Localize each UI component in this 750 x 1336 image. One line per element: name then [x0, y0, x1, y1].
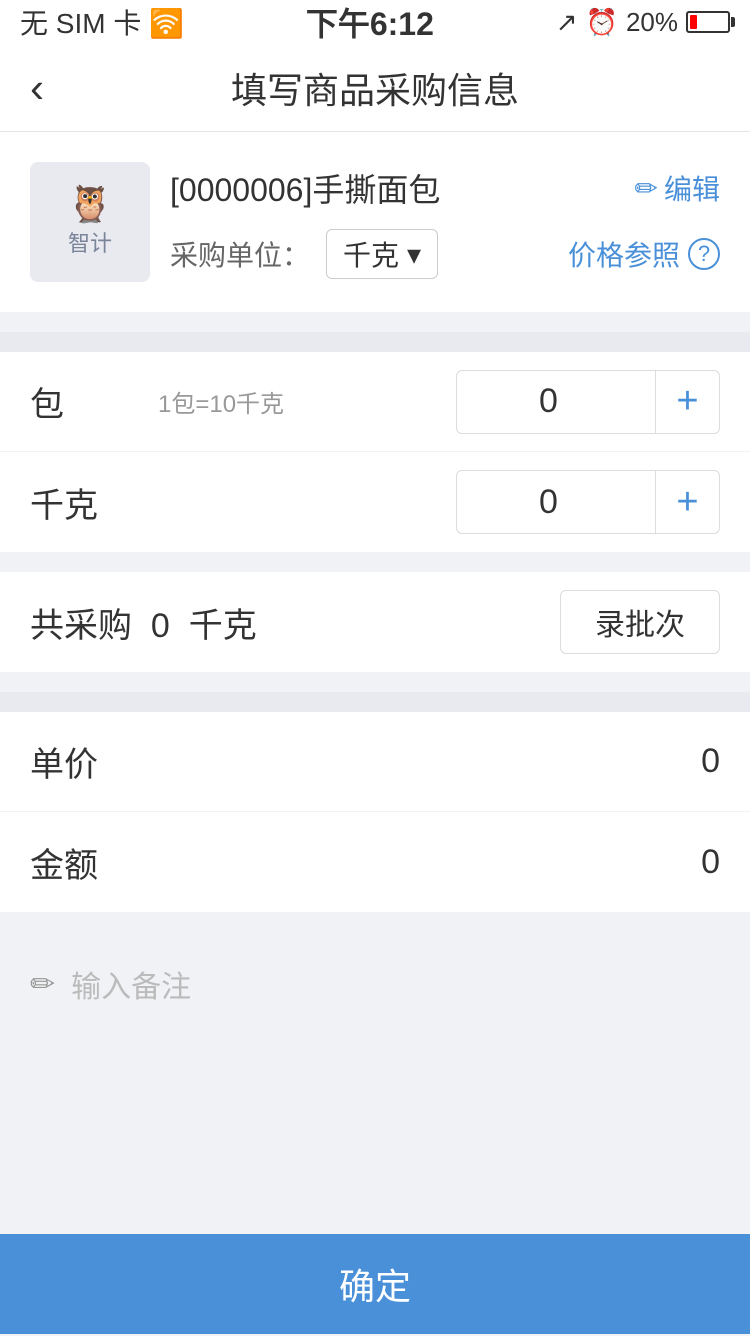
summary-prefix: 共采购	[30, 607, 132, 645]
price-ref-label: 价格参照	[568, 234, 680, 274]
amount-label: 金额	[30, 838, 98, 887]
price-section: 单价 0 金额 0	[0, 712, 750, 912]
battery-fill	[690, 15, 697, 29]
kg-input-row: 千克 +	[0, 452, 750, 552]
unit-select-dropdown[interactable]: 千克 ▾	[326, 229, 438, 279]
battery-icon	[686, 11, 730, 33]
unit-value: 千克	[343, 234, 399, 274]
remark-placeholder: 输入备注	[71, 962, 191, 1006]
input-section: 包 1包=10千克 + 千克 +	[0, 352, 750, 552]
bag-sublabel: 1包=10千克	[158, 384, 284, 419]
kg-quantity-input[interactable]	[456, 470, 656, 534]
status-left: 无 SIM 卡 🛜	[20, 2, 184, 42]
thumb-label: 智计	[68, 226, 112, 258]
help-icon: ?	[688, 238, 720, 270]
edit-button[interactable]: ✏ 编辑	[635, 168, 720, 208]
price-reference-button[interactable]: 价格参照 ?	[568, 234, 720, 274]
nav-bar: ‹ 填写商品采购信息	[0, 44, 750, 132]
sim-label: 无 SIM 卡 🛜	[20, 2, 184, 42]
status-right: ↗ ⏰ 20%	[556, 7, 730, 38]
divider-2	[0, 692, 750, 712]
kg-plus-button[interactable]: +	[656, 470, 720, 534]
battery-percent: 20%	[626, 7, 678, 38]
purchase-unit-label: 采购单位：	[170, 234, 310, 274]
alarm-icon: ⏰	[586, 7, 618, 38]
product-info: [0000006]手撕面包 ✏ 编辑 采购单位： 千克 ▾ 价格参照 ?	[170, 165, 720, 279]
divider-1	[0, 332, 750, 352]
kg-input-right: +	[456, 470, 720, 534]
amount-value: 0	[701, 843, 720, 882]
product-thumbnail: 🦉 智计	[30, 162, 150, 282]
bag-plus-button[interactable]: +	[656, 370, 720, 434]
summary-text: 共采购 0 千克	[30, 598, 257, 647]
summary-quantity: 0	[151, 607, 170, 645]
status-bar: 无 SIM 卡 🛜 下午6:12 ↗ ⏰ 20%	[0, 0, 750, 44]
bag-input-row: 包 1包=10千克 +	[0, 352, 750, 452]
unit-price-row: 单价 0	[0, 712, 750, 812]
edit-icon: ✏	[635, 172, 658, 205]
summary-row: 共采购 0 千克 录批次	[0, 572, 750, 672]
confirm-section[interactable]: 确定	[0, 1234, 750, 1334]
bag-quantity-input[interactable]	[456, 370, 656, 434]
record-batch-label: 录批次	[595, 600, 685, 644]
purchase-unit-row: 采购单位： 千克 ▾ 价格参照 ?	[170, 229, 720, 279]
summary-section: 共采购 0 千克 录批次	[0, 572, 750, 672]
product-name-row: [0000006]手撕面包 ✏ 编辑	[170, 165, 720, 211]
unit-price-value: 0	[701, 742, 720, 781]
pencil-icon: ✏	[30, 967, 55, 1002]
product-card: 🦉 智计 [0000006]手撕面包 ✏ 编辑 采购单位： 千克 ▾ 价格参照	[0, 132, 750, 312]
amount-row: 金额 0	[0, 812, 750, 912]
back-button[interactable]: ‹	[30, 67, 44, 109]
edit-label: 编辑	[664, 168, 720, 208]
kg-label: 千克	[30, 478, 150, 527]
summary-unit: 千克	[189, 607, 257, 645]
product-name: [0000006]手撕面包	[170, 165, 440, 211]
owl-icon: 🦉	[68, 186, 113, 222]
remark-section[interactable]: ✏ 输入备注	[0, 932, 750, 1036]
page-title: 填写商品采购信息	[231, 62, 519, 114]
unit-price-label: 单价	[30, 737, 98, 786]
bag-input-right: +	[456, 370, 720, 434]
location-icon: ↗	[556, 7, 578, 38]
content: 🦉 智计 [0000006]手撕面包 ✏ 编辑 采购单位： 千克 ▾ 价格参照	[0, 132, 750, 1336]
dropdown-arrow: ▾	[407, 238, 421, 271]
record-batch-button[interactable]: 录批次	[560, 590, 720, 654]
confirm-button-label: 确定	[339, 1258, 411, 1310]
status-time: 下午6:12	[306, 0, 434, 45]
bag-label: 包	[30, 377, 150, 426]
